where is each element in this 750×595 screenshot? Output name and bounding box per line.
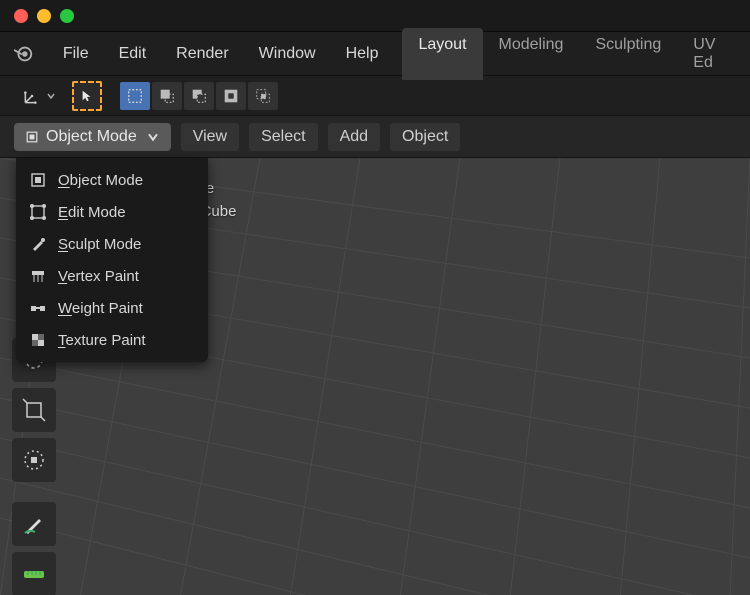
vertex-paint-icon [28, 266, 48, 286]
select-tool-active[interactable] [72, 81, 102, 111]
viewport-header: Object Mode View Select Add Object [0, 116, 750, 158]
transform-tool[interactable] [12, 438, 56, 482]
minimize-window-icon[interactable] [37, 9, 51, 23]
menu-add[interactable]: Add [328, 123, 380, 151]
tab-modeling[interactable]: Modeling [483, 28, 580, 80]
menu-select[interactable]: Select [249, 123, 317, 151]
blender-logo-icon[interactable] [12, 42, 35, 66]
select-mode-group [120, 82, 278, 110]
mode-option-label: Weight Paint [58, 300, 143, 317]
mode-option-label: Object Mode [58, 172, 143, 189]
annotate-tool[interactable] [12, 502, 56, 546]
sculpt-mode-icon [28, 234, 48, 254]
main-menubar: File Edit Render Window Help Layout Mode… [0, 32, 750, 76]
edit-mode-icon [28, 202, 48, 222]
select-intersect-button[interactable] [248, 82, 278, 110]
mode-option-texture-paint[interactable]: Texture Paint [16, 324, 208, 356]
workspace-tabs: Layout Modeling Sculpting UV Ed [402, 28, 738, 80]
mode-option-label: Texture Paint [58, 332, 146, 349]
object-mode-icon [28, 170, 48, 190]
weight-paint-icon [28, 298, 48, 318]
mode-selector-dropdown[interactable]: Object Mode [14, 123, 171, 151]
select-subtract-button[interactable] [184, 82, 214, 110]
object-mode-icon [24, 129, 40, 145]
scale-cage-tool[interactable] [12, 388, 56, 432]
menu-view[interactable]: View [181, 123, 239, 151]
texture-paint-icon [28, 330, 48, 350]
mode-option-sculpt[interactable]: Sculpt Mode [16, 228, 208, 260]
tool-settings-bar [0, 76, 750, 116]
maximize-window-icon[interactable] [60, 9, 74, 23]
menu-object[interactable]: Object [390, 123, 460, 151]
mode-option-object[interactable]: Object Mode [16, 164, 208, 196]
tab-sculpting[interactable]: Sculpting [579, 28, 677, 80]
measure-tool[interactable] [12, 552, 56, 595]
menu-render[interactable]: Render [164, 39, 240, 69]
chevron-down-icon [46, 91, 56, 101]
close-window-icon[interactable] [14, 9, 28, 23]
mode-option-label: Sculpt Mode [58, 236, 141, 253]
viewport-left-toolbar [12, 338, 56, 595]
tab-uv-editing[interactable]: UV Ed [677, 28, 738, 80]
mode-option-label: Edit Mode [58, 204, 126, 221]
orientation-dropdown[interactable] [14, 82, 64, 110]
mode-dropdown-menu: Object Mode Edit Mode Sculpt Mode Vertex… [16, 158, 208, 362]
mode-option-label: Vertex Paint [58, 268, 139, 285]
select-extend-button[interactable] [152, 82, 182, 110]
select-invert-button[interactable] [216, 82, 246, 110]
menu-file[interactable]: File [51, 39, 101, 69]
menu-help[interactable]: Help [334, 39, 391, 69]
menu-edit[interactable]: Edit [107, 39, 159, 69]
tab-layout[interactable]: Layout [402, 28, 482, 80]
select-new-button[interactable] [120, 82, 150, 110]
mode-option-edit[interactable]: Edit Mode [16, 196, 208, 228]
chevron-down-icon [145, 129, 161, 145]
mode-option-vertex-paint[interactable]: Vertex Paint [16, 260, 208, 292]
mode-selector-label: Object Mode [46, 128, 137, 146]
mode-option-weight-paint[interactable]: Weight Paint [16, 292, 208, 324]
menu-window[interactable]: Window [247, 39, 328, 69]
